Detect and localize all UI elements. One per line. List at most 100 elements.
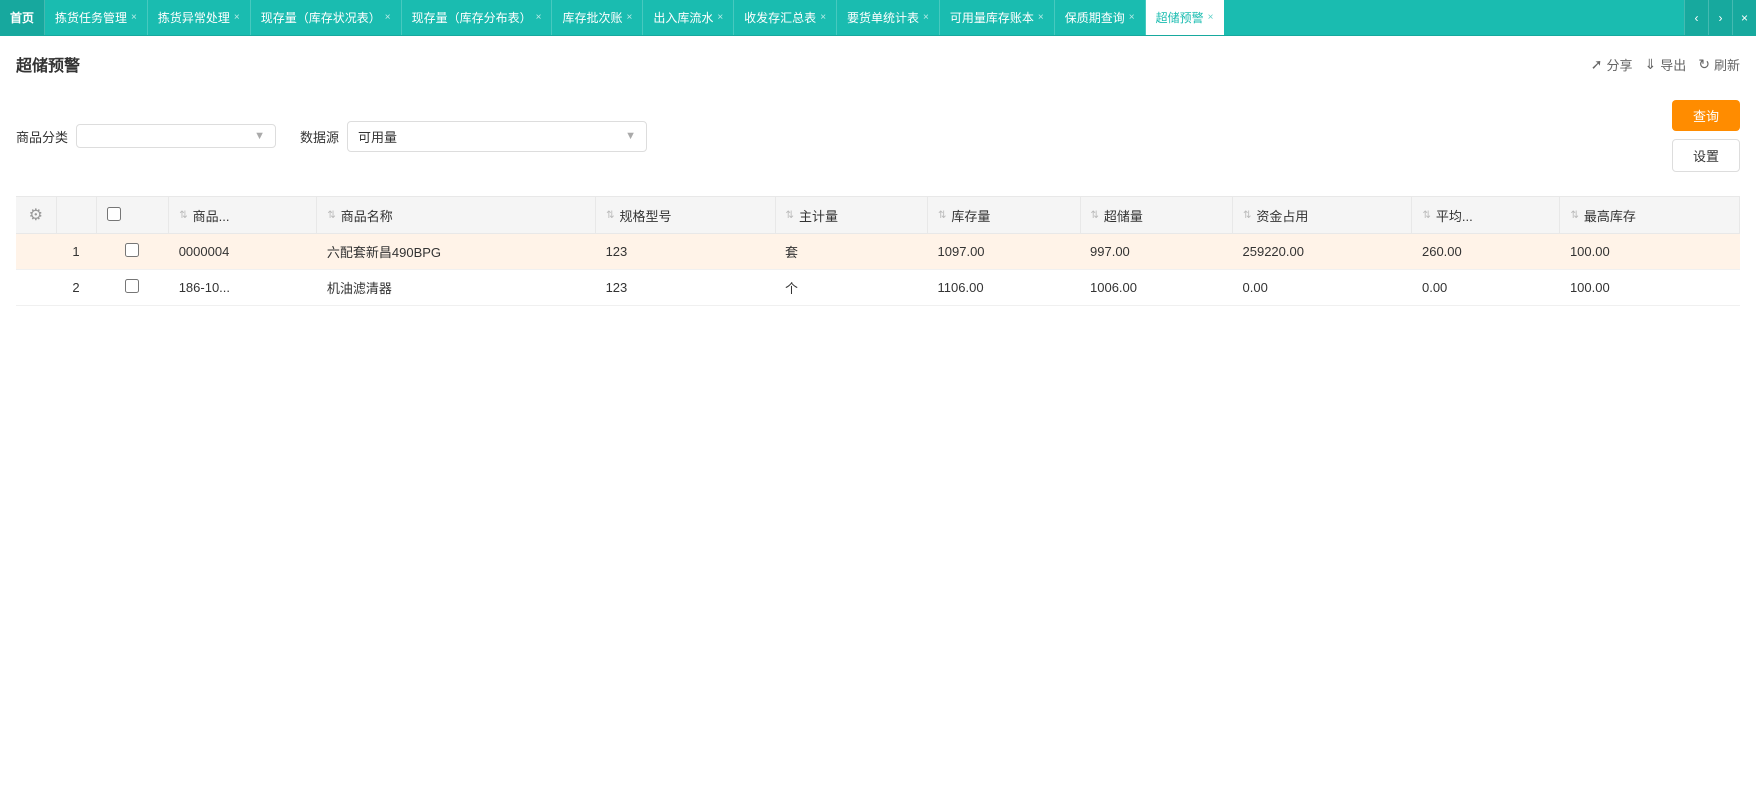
refresh-icon: ↻ <box>1698 56 1710 73</box>
th-gear: ⚙ <box>16 197 56 234</box>
nav-tab-expiry-label: 保质期查询 <box>1065 9 1125 26</box>
th-unit-label: 主计量 <box>799 206 838 225</box>
th-overstock-label: 超储量 <box>1104 206 1143 225</box>
share-label: 分享 <box>1606 55 1632 74</box>
export-label: 导出 <box>1660 55 1686 74</box>
nav-tab-task-mgmt[interactable]: 拣货任务管理 × <box>45 0 148 35</box>
export-icon: ⇓ <box>1645 56 1657 73</box>
row-gear-cell <box>16 270 56 306</box>
sort-icon-spec: ⇅ <box>606 210 614 221</box>
nav-tab-available[interactable]: 可用量库存账本 × <box>940 0 1055 35</box>
sort-icon-avg: ⇅ <box>1422 210 1430 221</box>
datasource-select[interactable]: 可用量 ▼ <box>347 121 647 152</box>
row-overstock: 1006.00 <box>1080 270 1232 306</box>
th-stock: ⇅ 库存量 <box>928 197 1080 234</box>
share-button[interactable]: ➚ 分享 <box>1591 55 1633 74</box>
row-max-stock: 100.00 <box>1560 234 1740 270</box>
nav-tab-collect-close[interactable]: × <box>820 12 826 23</box>
sort-icon-unit: ⇅ <box>786 210 794 221</box>
nav-tab-stock-status-close[interactable]: × <box>385 12 391 23</box>
nav-arrows: ‹ › × <box>1684 0 1756 36</box>
nav-tab-inout[interactable]: 出入库流水 × <box>643 0 734 35</box>
row-product-name: 机油滤清器 <box>317 270 596 306</box>
nav-tab-order-stat[interactable]: 要货单统计表 × <box>837 0 940 35</box>
nav-tab-batch-label: 库存批次账 <box>562 9 622 26</box>
page-header: 超储预警 ➚ 分享 ⇓ 导出 ↻ 刷新 <box>16 52 1740 76</box>
query-button[interactable]: 查询 <box>1672 100 1740 131</box>
sort-icon-product-code: ⇅ <box>179 210 187 221</box>
nav-tab-home-label: 首页 <box>10 9 34 26</box>
th-product-code-label: 商品... <box>193 206 230 225</box>
main-content: 超储预警 ➚ 分享 ⇓ 导出 ↻ 刷新 商品分类 ▼ 数据源 <box>0 36 1756 800</box>
th-max-stock: ⇅ 最高库存 <box>1560 197 1740 234</box>
sort-icon-stock: ⇅ <box>938 210 946 221</box>
row-num: 1 <box>56 234 96 270</box>
nav-tab-stock-status[interactable]: 现存量（库存状况表） × <box>251 0 402 35</box>
category-label: 商品分类 <box>16 127 68 146</box>
nav-tab-inout-label: 出入库流水 <box>653 9 713 26</box>
nav-tab-inout-close[interactable]: × <box>717 12 723 23</box>
sort-icon-max-stock: ⇅ <box>1570 210 1578 221</box>
header-actions: ➚ 分享 ⇓ 导出 ↻ 刷新 <box>1591 55 1740 74</box>
nav-tab-batch[interactable]: 库存批次账 × <box>552 0 643 35</box>
row-unit: 个 <box>775 270 927 306</box>
row-product-code: 186-10... <box>169 270 317 306</box>
nav-tab-exception[interactable]: 拣货异常处理 × <box>148 0 251 35</box>
row-stock: 1097.00 <box>928 234 1080 270</box>
nav-tab-batch-close[interactable]: × <box>626 12 632 23</box>
nav-tab-overstock-label: 超储预警 <box>1156 9 1204 26</box>
nav-tab-available-close[interactable]: × <box>1038 12 1044 23</box>
th-max-stock-label: 最高库存 <box>1584 206 1636 225</box>
nav-tab-exception-close[interactable]: × <box>234 12 240 23</box>
th-product-name-label: 商品名称 <box>341 206 393 225</box>
refresh-button[interactable]: ↻ 刷新 <box>1698 55 1740 74</box>
table-body: 1 0000004 六配套新昌490BPG 123 套 1097.00 997.… <box>16 234 1740 306</box>
row-stock: 1106.00 <box>928 270 1080 306</box>
category-filter: 商品分类 ▼ <box>16 124 276 148</box>
nav-tab-overstock-close[interactable]: × <box>1208 12 1214 23</box>
category-select[interactable]: ▼ <box>76 124 276 148</box>
nav-tab-exception-label: 拣货异常处理 <box>158 9 230 26</box>
nav-next-arrow[interactable]: › <box>1708 0 1732 36</box>
row-overstock: 997.00 <box>1080 234 1232 270</box>
th-avg-label: 平均... <box>1436 206 1473 225</box>
row-capital: 259220.00 <box>1233 234 1412 270</box>
nav-tab-collect[interactable]: 收发存汇总表 × <box>734 0 837 35</box>
row-avg: 0.00 <box>1412 270 1560 306</box>
gear-icon[interactable]: ⚙ <box>29 205 43 225</box>
select-all-checkbox[interactable] <box>107 207 121 221</box>
nav-tab-expiry[interactable]: 保质期查询 × <box>1055 0 1146 35</box>
th-num <box>56 197 96 234</box>
th-product-code: ⇅ 商品... <box>169 197 317 234</box>
nav-tab-order-stat-label: 要货单统计表 <box>847 9 919 26</box>
nav-tab-stock-dist[interactable]: 现存量（库存分布表） × <box>402 0 553 35</box>
nav-tab-task-mgmt-close[interactable]: × <box>131 12 137 23</box>
nav-tab-stock-status-label: 现存量（库存状况表） <box>261 9 381 26</box>
nav-tab-available-label: 可用量库存账本 <box>950 9 1034 26</box>
row-gear-cell <box>16 234 56 270</box>
th-capital: ⇅ 资金占用 <box>1233 197 1412 234</box>
settings-button[interactable]: 设置 <box>1672 139 1740 172</box>
nav-tab-expiry-close[interactable]: × <box>1129 12 1135 23</box>
filter-area: 商品分类 ▼ 数据源 可用量 ▼ 查询 设置 <box>16 92 1740 180</box>
nav-prev-arrow[interactable]: ‹ <box>1684 0 1708 36</box>
row-spec: 123 <box>596 234 775 270</box>
row-spec: 123 <box>596 270 775 306</box>
nav-tab-stock-dist-close[interactable]: × <box>536 12 542 23</box>
sort-icon-capital: ⇅ <box>1243 210 1251 221</box>
nav-tab-overstock[interactable]: 超储预警 × <box>1146 0 1225 35</box>
datasource-select-value: 可用量 <box>358 127 397 146</box>
row-unit: 套 <box>775 234 927 270</box>
table-header-row: ⚙ ⇅ 商品... ⇅ 商品名称 <box>16 197 1740 234</box>
th-product-name: ⇅ 商品名称 <box>317 197 596 234</box>
category-chevron-icon: ▼ <box>254 130 265 142</box>
nav-tab-home[interactable]: 首页 <box>0 0 45 35</box>
nav-tab-order-stat-close[interactable]: × <box>923 12 929 23</box>
datasource-label: 数据源 <box>300 127 339 146</box>
nav-close-all[interactable]: × <box>1732 0 1756 36</box>
export-button[interactable]: ⇓ 导出 <box>1645 55 1687 74</box>
table-row: 1 0000004 六配套新昌490BPG 123 套 1097.00 997.… <box>16 234 1740 270</box>
row-checkbox[interactable] <box>125 243 139 257</box>
row-checkbox[interactable] <box>125 279 139 293</box>
table-row: 2 186-10... 机油滤清器 123 个 1106.00 1006.00 … <box>16 270 1740 306</box>
